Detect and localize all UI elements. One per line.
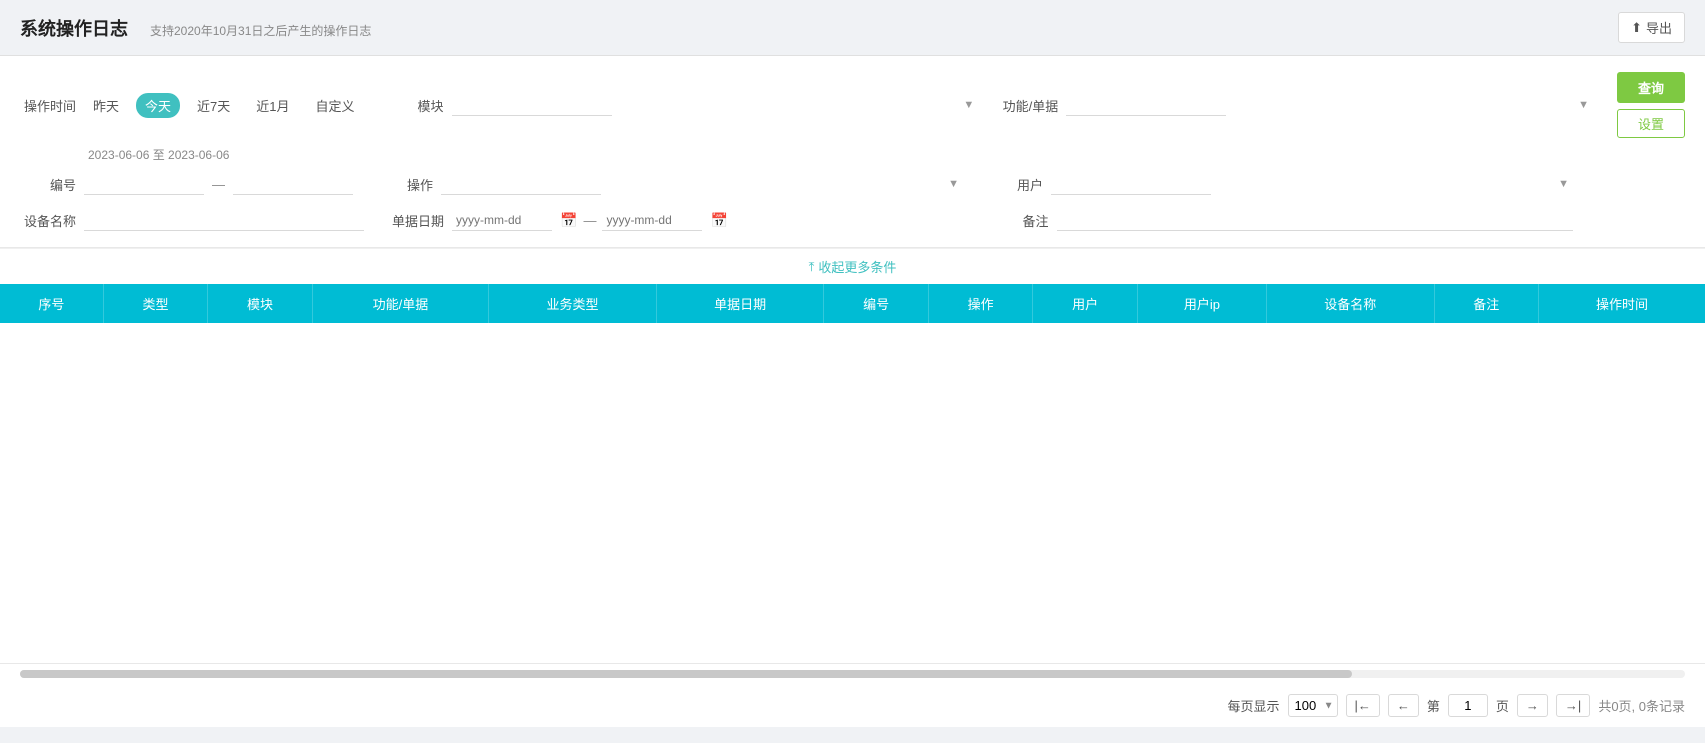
user-select[interactable]	[1051, 173, 1211, 195]
export-button[interactable]: ⬆ 导出	[1618, 12, 1685, 43]
function-label: 功能/单据	[1002, 96, 1058, 115]
page-size-select[interactable]: 100 50 200 500	[1288, 694, 1338, 717]
page-unit: 页	[1496, 696, 1509, 715]
filter-area: 操作时间 昨天 今天 近7天 近1月 自定义 模块 ▼ 功能/单据	[0, 56, 1705, 248]
device-input[interactable]	[84, 209, 364, 231]
collapse-label: 收起更多条件	[818, 257, 896, 276]
module-select[interactable]	[452, 94, 612, 116]
module-filter-group: 模块 ▼	[388, 94, 979, 116]
calendar-start-icon[interactable]: 📅	[560, 212, 577, 229]
action-buttons: 查询 设置	[1617, 72, 1685, 138]
filter-row-3: 设备名称 单据日期 📅 — 📅 备注	[20, 209, 1685, 231]
module-select-arrow: ▼	[963, 99, 974, 111]
function-select[interactable]	[1066, 94, 1226, 116]
col-op-time: 操作时间	[1539, 284, 1705, 323]
time-btn-7days[interactable]: 近7天	[188, 93, 239, 118]
time-btn-yesterday[interactable]: 昨天	[84, 93, 128, 118]
total-info: 共0页, 0条记录	[1598, 696, 1685, 715]
time-filter-buttons: 昨天 今天 近7天 近1月 自定义	[84, 93, 364, 118]
time-range-display: 2023-06-06 至 2023-06-06	[88, 148, 229, 162]
user-label: 用户	[987, 175, 1043, 194]
table-header-row: 序号 类型 模块 功能/单据 业务类型 单据日期 编号 操作 用户 用户ip 设…	[0, 284, 1705, 323]
date-range: 📅 — 📅	[452, 210, 728, 231]
time-btn-custom[interactable]: 自定义	[307, 93, 364, 118]
scrollbar-area	[0, 663, 1705, 684]
horizontal-scrollbar[interactable]	[20, 670, 1685, 678]
function-select-arrow: ▼	[1578, 99, 1589, 111]
export-label: 导出	[1646, 18, 1672, 37]
page-number-input[interactable]	[1448, 694, 1488, 717]
col-device: 设备名称	[1266, 284, 1434, 323]
data-table: 序号 类型 模块 功能/单据 业务类型 单据日期 编号 操作 用户 用户ip 设…	[0, 284, 1705, 323]
empty-area	[0, 323, 1705, 663]
page-subtitle: 支持2020年10月31日之后产生的操作日志	[150, 22, 371, 39]
table-header: 序号 类型 模块 功能/单据 业务类型 单据日期 编号 操作 用户 用户ip 设…	[0, 284, 1705, 323]
time-filter-group: 操作时间 昨天 今天 近7天 近1月 自定义	[20, 93, 364, 118]
function-select-wrapper: ▼	[1066, 94, 1593, 116]
time-btn-1month[interactable]: 近1月	[247, 93, 298, 118]
module-label: 模块	[388, 96, 444, 115]
collapse-bar[interactable]: ⤒ 收起更多条件	[0, 248, 1705, 284]
number-filter-group: 编号 —	[20, 173, 353, 195]
number-input-end[interactable]	[233, 173, 353, 195]
device-label: 设备名称	[20, 211, 76, 230]
user-filter-group: 用户 ▼	[987, 173, 1573, 195]
user-select-wrapper: ▼	[1051, 173, 1573, 195]
date-end-input[interactable]	[602, 210, 702, 231]
user-select-arrow: ▼	[1558, 178, 1569, 190]
table-area: 序号 类型 模块 功能/单据 业务类型 单据日期 编号 操作 用户 用户ip 设…	[0, 284, 1705, 663]
voucher-date-label: 单据日期	[388, 211, 444, 230]
col-type: 类型	[103, 284, 207, 323]
operation-select-arrow: ▼	[948, 178, 959, 190]
col-user-ip: 用户ip	[1137, 284, 1266, 323]
operation-filter-group: 操作 ▼	[377, 173, 963, 195]
operation-label: 操作	[377, 175, 433, 194]
remark-filter-group: 备注	[993, 209, 1574, 231]
page-last-button[interactable]: →|	[1556, 694, 1590, 717]
page-first-button[interactable]: |←	[1346, 694, 1380, 717]
col-remark: 备注	[1434, 284, 1538, 323]
col-seq: 序号	[0, 284, 103, 323]
scrollbar-thumb	[20, 670, 1352, 678]
settings-button[interactable]: 设置	[1617, 109, 1685, 138]
date-dash: —	[583, 213, 596, 228]
filter-row-1: 操作时间 昨天 今天 近7天 近1月 自定义 模块 ▼ 功能/单据	[20, 72, 1685, 138]
query-button[interactable]: 查询	[1617, 72, 1685, 103]
page-size-label: 每页显示	[1227, 696, 1279, 715]
filter-row-2: 编号 — 操作 ▼ 用户 ▼	[20, 173, 1685, 195]
number-label: 编号	[20, 175, 76, 194]
col-voucher-date: 单据日期	[656, 284, 824, 323]
page-title: 系统操作日志	[20, 15, 128, 41]
col-biz-type: 业务类型	[489, 284, 657, 323]
page-label: 第	[1427, 696, 1440, 715]
number-input-start[interactable]	[84, 173, 204, 195]
operation-select[interactable]	[441, 173, 601, 195]
page-size-wrapper: 100 50 200 500 ▼	[1288, 694, 1338, 717]
voucher-date-filter-group: 单据日期 📅 — 📅	[388, 210, 969, 231]
col-number: 编号	[824, 284, 928, 323]
header-left: 系统操作日志 支持2020年10月31日之后产生的操作日志	[20, 15, 371, 41]
page-next-button[interactable]: →	[1517, 694, 1548, 717]
col-user: 用户	[1033, 284, 1137, 323]
device-filter-group: 设备名称	[20, 209, 364, 231]
remark-input[interactable]	[1057, 209, 1574, 231]
page-prev-button[interactable]: ←	[1388, 694, 1419, 717]
remark-label: 备注	[993, 211, 1049, 230]
time-label: 操作时间	[20, 96, 76, 115]
function-filter-group: 功能/单据 ▼	[1002, 94, 1593, 116]
number-dash: —	[212, 177, 225, 192]
col-operation: 操作	[928, 284, 1032, 323]
module-select-wrapper: ▼	[452, 94, 979, 116]
page-header: 系统操作日志 支持2020年10月31日之后产生的操作日志 ⬆ 导出	[0, 0, 1705, 56]
date-start-input[interactable]	[452, 210, 552, 231]
pagination-bar: 每页显示 100 50 200 500 ▼ |← ← 第 页 → →| 共0页,…	[0, 684, 1705, 727]
time-btn-today[interactable]: 今天	[136, 93, 180, 118]
col-module: 模块	[208, 284, 312, 323]
collapse-icon: ⤒	[809, 259, 815, 275]
operation-select-wrapper: ▼	[441, 173, 963, 195]
export-icon: ⬆	[1631, 20, 1642, 36]
calendar-end-icon[interactable]: 📅	[710, 212, 727, 229]
col-function: 功能/单据	[312, 284, 488, 323]
